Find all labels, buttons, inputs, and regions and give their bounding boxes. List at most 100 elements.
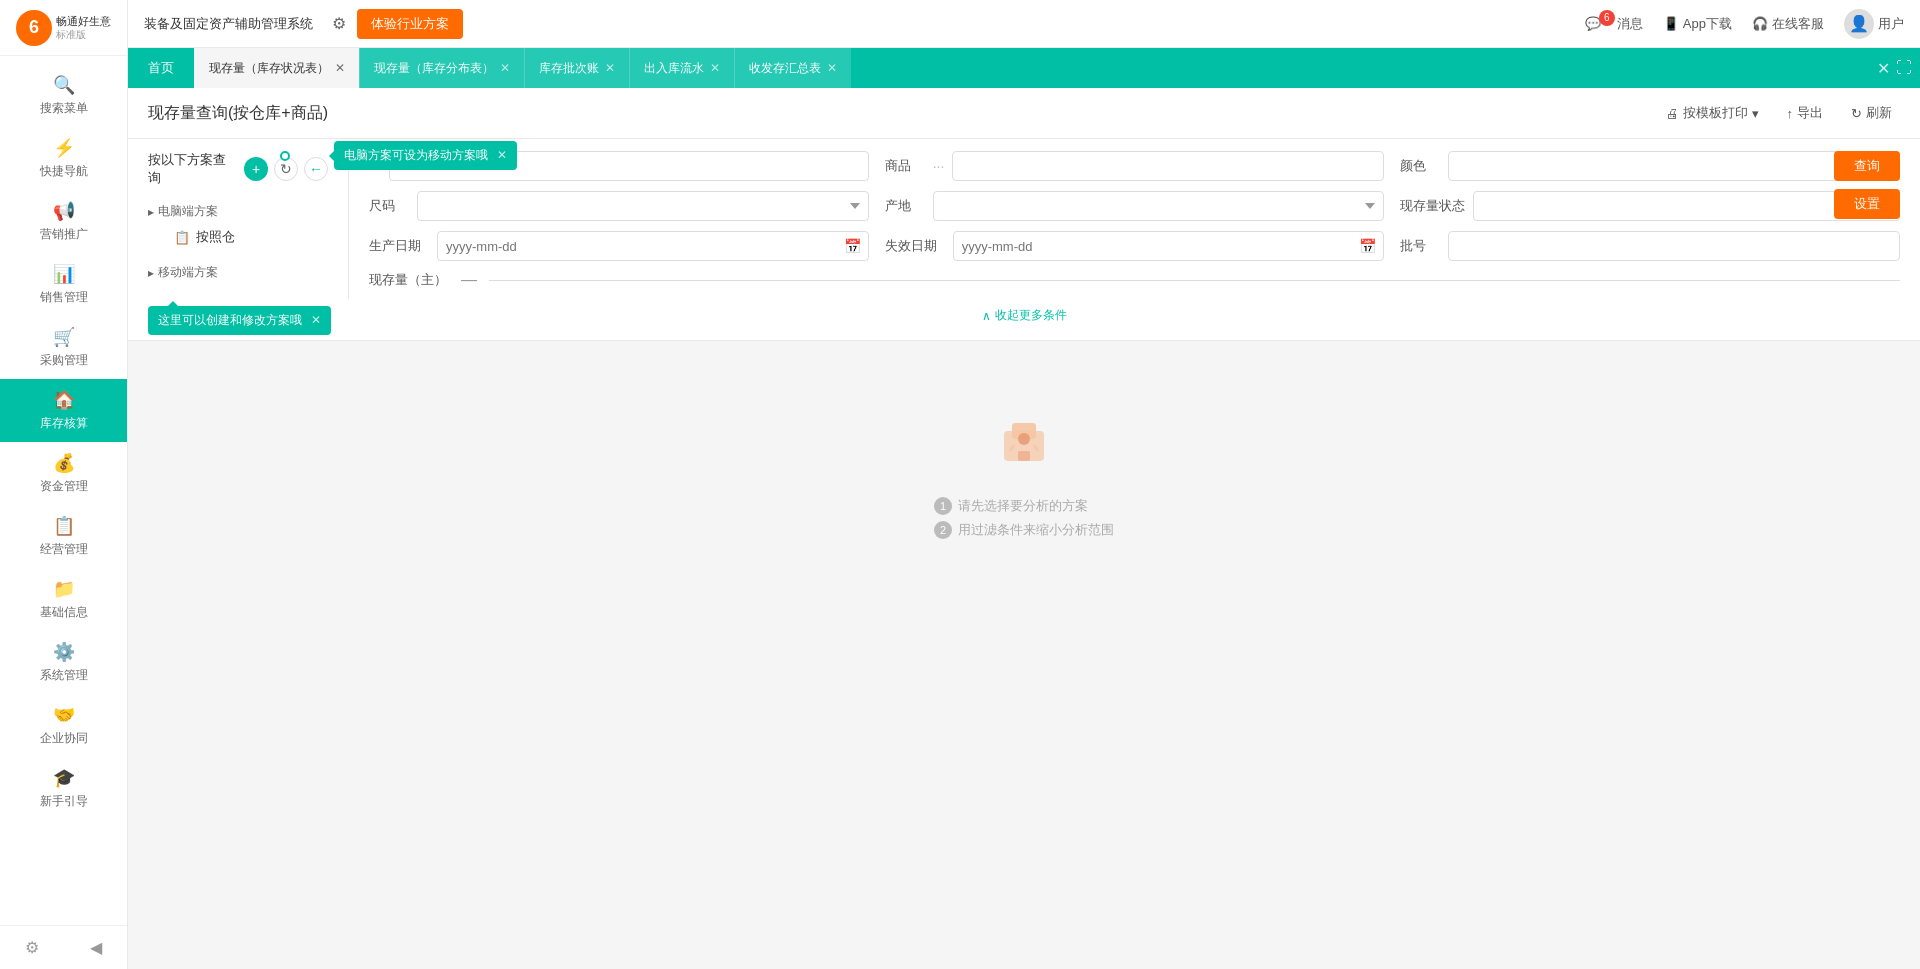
action-buttons: 查询 设置 [1834, 151, 1900, 219]
collapse-sidebar-btn[interactable]: ◀ [90, 938, 102, 957]
field2-input[interactable] [952, 151, 1384, 181]
tab-inventory-dist[interactable]: 现存量（库存分布表） ✕ [359, 48, 524, 88]
field3-label: 颜色 [1400, 157, 1440, 175]
collab-icon: 🤝 [53, 704, 75, 726]
tooltip-close-2[interactable]: ✕ [311, 313, 321, 327]
scheme-list: ▸ 电脑端方案 📋 按照仓 ▸ 移动端方案 [148, 199, 328, 283]
size-select[interactable] [417, 191, 869, 221]
sidebar: 6 畅通好生意 标准版 🔍 搜索菜单 ⚡ 快捷导航 📢 营销推广 📊 销售管理 … [0, 0, 128, 969]
color-select[interactable] [1448, 151, 1900, 181]
search-icon: 🔍 [53, 74, 75, 96]
scheme-panel-area: 按以下方案查询 + ↻ ← 电脑方案可设为移动方案哦 ✕ [148, 151, 328, 299]
filter-label: 按以下方案查询 [148, 151, 236, 187]
tab-close-summary[interactable]: ✕ [827, 61, 837, 75]
avatar: 👤 [1844, 9, 1874, 39]
finance-icon: 💰 [53, 452, 75, 474]
tab-close-all-icon[interactable]: ✕ [1877, 59, 1890, 78]
connector-dot-1 [280, 151, 290, 161]
expire-date-input[interactable] [953, 231, 1385, 261]
tab-close-batch[interactable]: ✕ [605, 61, 615, 75]
empty-step-2: 2 用过滤条件来缩小分析范围 [934, 521, 1114, 539]
inventory-icon: 🏠 [53, 389, 75, 411]
tooltip-pc-scheme: 电脑方案可设为移动方案哦 ✕ [334, 141, 517, 170]
marketing-icon: 📢 [53, 200, 75, 222]
sidebar-item-finance[interactable]: 💰 资金管理 [0, 442, 127, 505]
scheme-item-baozhaocang[interactable]: 📋 按照仓 [164, 222, 328, 252]
sidebar-item-collab[interactable]: 🤝 企业协同 [0, 694, 127, 757]
tab-close-inventory-dist[interactable]: ✕ [500, 61, 510, 75]
chevron-down-icon-1: ▸ [148, 205, 154, 219]
sidebar-item-system[interactable]: ⚙️ 系统管理 [0, 631, 127, 694]
refresh-icon: ↻ [1851, 106, 1862, 121]
messages-btn[interactable]: 💬 6 消息 [1585, 15, 1643, 33]
refresh-btn[interactable]: ↻ 刷新 [1843, 100, 1900, 126]
empty-state: 1 请先选择要分析的方案 2 用过滤条件来缩小分析范围 [128, 341, 1920, 605]
filter-header: 按以下方案查询 + ↻ ← [148, 151, 328, 187]
empty-illustration [984, 401, 1064, 481]
query-btn[interactable]: 查询 [1834, 151, 1900, 181]
guide-icon: 🎓 [53, 767, 75, 789]
origin-select[interactable] [933, 191, 1385, 221]
add-scheme-btn[interactable]: + [244, 157, 268, 181]
sidebar-bottom: ⚙ ◀ [0, 925, 127, 969]
baseinfo-icon: 📁 [53, 578, 75, 600]
tab-expand-icon[interactable]: ⛶ [1896, 59, 1912, 77]
user-menu[interactable]: 👤 用户 [1844, 9, 1904, 39]
stock-status-label: 现存量状态 [1400, 197, 1465, 215]
batch-input[interactable] [1448, 231, 1900, 261]
stock-qty-label: 现存量（主） [369, 271, 449, 289]
size-label: 尺码 [369, 197, 409, 215]
sidebar-item-purchase[interactable]: 🛒 采购管理 [0, 316, 127, 379]
online-service-btn[interactable]: 🎧 在线客服 [1752, 15, 1824, 33]
prod-date-input[interactable] [437, 231, 869, 261]
header-settings-btn[interactable]: ⚙ [325, 10, 353, 38]
step-num-2: 2 [934, 521, 952, 539]
tab-close-inout-flow[interactable]: ✕ [710, 61, 720, 75]
sidebar-label-search: 搜索菜单 [40, 100, 88, 117]
settings-bottom-btn[interactable]: ⚙ [25, 938, 39, 957]
tab-home[interactable]: 首页 [128, 48, 194, 88]
collapse-bar[interactable]: ∧ 收起更多条件 [148, 299, 1900, 332]
reset-btn[interactable]: 设置 [1834, 189, 1900, 219]
calendar-icon-1[interactable]: 📅 [844, 238, 861, 254]
tooltip-close-1[interactable]: ✕ [497, 148, 507, 162]
scheme-section-mobile-label: 移动端方案 [158, 264, 218, 281]
sidebar-item-marketing[interactable]: 📢 营销推广 [0, 190, 127, 253]
sidebar-label-finance: 资金管理 [40, 478, 88, 495]
header-left: 装备及固定资产辅助管理系统 ⚙ 体验行业方案 [144, 9, 463, 39]
sidebar-item-operations[interactable]: 📋 经营管理 [0, 505, 127, 568]
filter-row-1: ··· 商品 ··· 颜色 [369, 151, 1900, 181]
page-title: 现存量查询(按仓库+商品) [148, 103, 328, 124]
tab-inventory-status[interactable]: 现存量（库存状况表） ✕ [194, 48, 359, 88]
sidebar-label-purchase: 采购管理 [40, 352, 88, 369]
collapse-label: 收起更多条件 [995, 307, 1067, 324]
sidebar-item-guide[interactable]: 🎓 新手引导 [0, 757, 127, 820]
scheme-section-mobile: ▸ 移动端方案 [148, 260, 328, 283]
field2-dots[interactable]: ··· [933, 158, 945, 174]
sidebar-item-inventory[interactable]: 🏠 库存核算 [0, 379, 127, 442]
phone-icon: 📱 [1663, 16, 1679, 31]
export-btn[interactable]: ↑ 导出 [1779, 100, 1832, 126]
experience-btn[interactable]: 体验行业方案 [357, 9, 463, 39]
tab-close-inventory-status[interactable]: ✕ [335, 61, 345, 75]
sidebar-item-quicknav[interactable]: ⚡ 快捷导航 [0, 127, 127, 190]
empty-step-1: 1 请先选择要分析的方案 [934, 497, 1114, 515]
app-download-btn[interactable]: 📱 App下载 [1663, 15, 1732, 33]
tab-bar: 首页 现存量（库存状况表） ✕ 现存量（库存分布表） ✕ 库存批次账 ✕ 出入库… [128, 48, 1920, 88]
logo-icon: 6 [16, 10, 52, 46]
sidebar-label-marketing: 营销推广 [40, 226, 88, 243]
sidebar-item-search[interactable]: 🔍 搜索菜单 [0, 64, 127, 127]
tab-summary[interactable]: 收发存汇总表 ✕ [734, 48, 851, 88]
print-template-btn[interactable]: 🖨 按模板打印 ▾ [1658, 100, 1767, 126]
sidebar-item-sales[interactable]: 📊 销售管理 [0, 253, 127, 316]
filter-row-3: 生产日期 📅 失效日期 📅 [369, 231, 1900, 261]
user-label: 用户 [1878, 15, 1904, 33]
scheme-items-pc: 📋 按照仓 [148, 222, 328, 252]
tab-inout-flow[interactable]: 出入库流水 ✕ [629, 48, 734, 88]
back-scheme-btn[interactable]: ← [304, 157, 328, 181]
header-right: 💬 6 消息 📱 App下载 🎧 在线客服 👤 用户 [1585, 9, 1904, 39]
tab-label-summary: 收发存汇总表 [749, 60, 821, 77]
tab-batch[interactable]: 库存批次账 ✕ [524, 48, 629, 88]
calendar-icon-2[interactable]: 📅 [1359, 238, 1376, 254]
sidebar-item-baseinfo[interactable]: 📁 基础信息 [0, 568, 127, 631]
